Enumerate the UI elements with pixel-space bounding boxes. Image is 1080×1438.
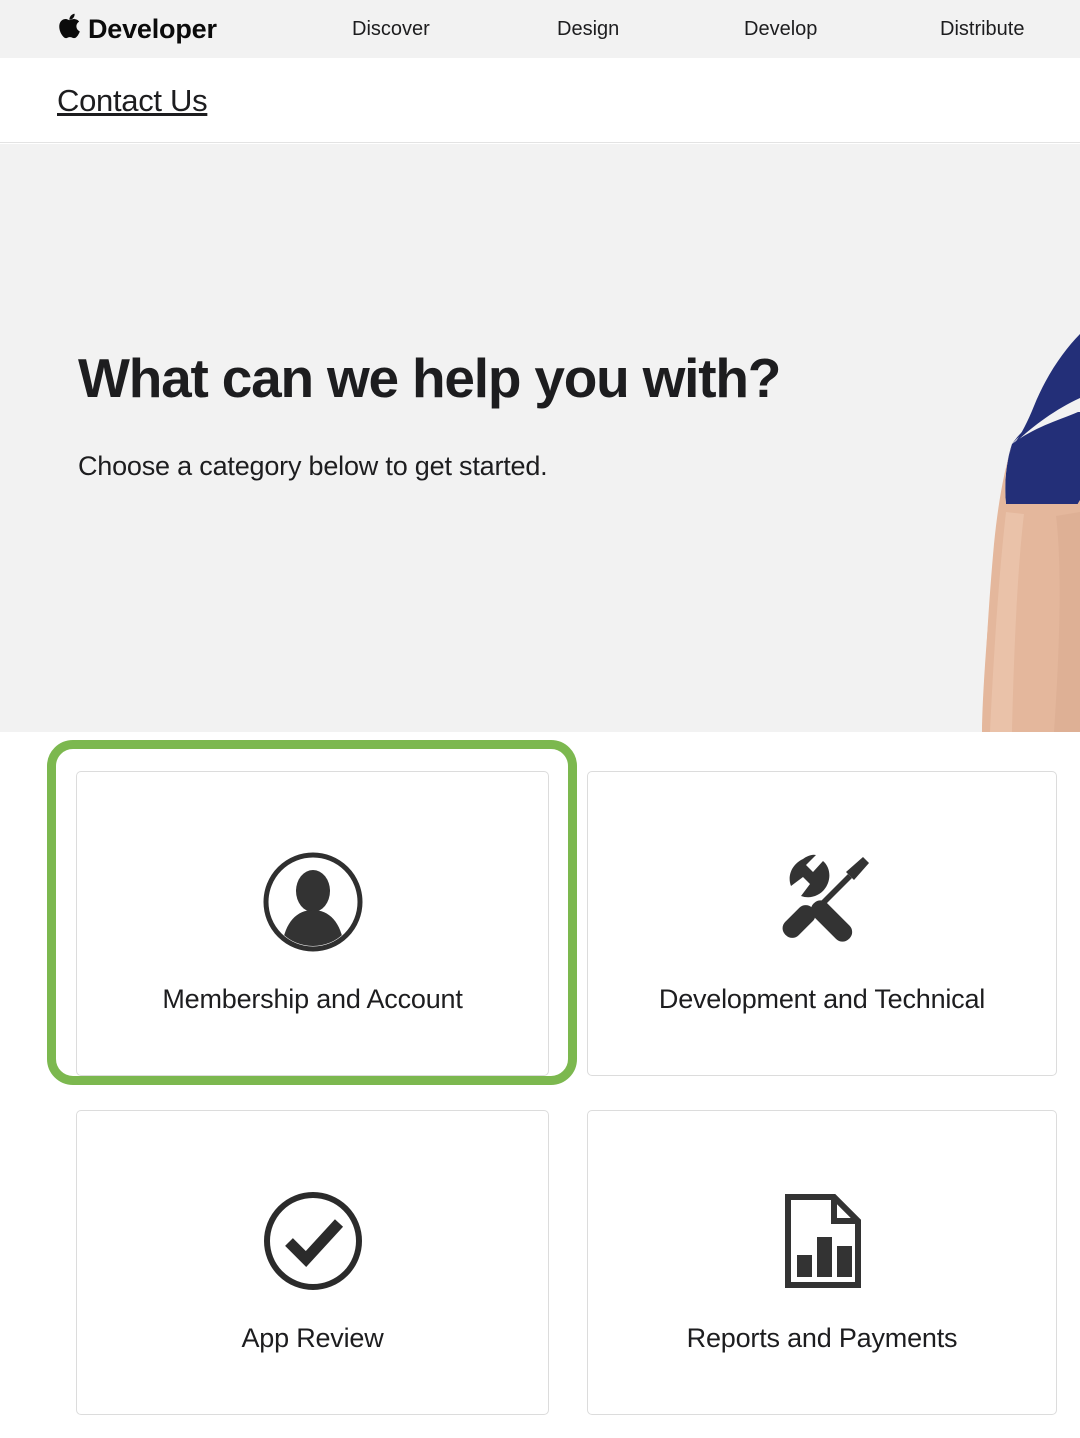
category-card-label: Development and Technical: [658, 984, 986, 1014]
local-navigation-bar: Contact Us: [0, 58, 1080, 143]
hero-subtitle: Choose a category below to get started.: [78, 451, 548, 482]
contact-us-page: Developer Discover Design Develop Distri…: [0, 0, 1080, 1438]
nav-link-discover[interactable]: Discover: [352, 19, 430, 39]
page-title[interactable]: Contact Us: [57, 85, 208, 116]
hero-section: What can we help you with? Choose a cate…: [0, 144, 1080, 732]
category-card-reports-and-payments[interactable]: Reports and Payments: [587, 1110, 1057, 1415]
brand-label: Developer: [88, 13, 217, 44]
category-card-grid: Membership and Account Development and T…: [0, 732, 1080, 1438]
nav-link-develop[interactable]: Develop: [744, 19, 817, 39]
category-card-membership-and-account[interactable]: Membership and Account: [76, 771, 549, 1076]
nav-link-distribute[interactable]: Distribute: [940, 19, 1024, 39]
nav-link-design[interactable]: Design: [557, 19, 619, 39]
global-navigation-bar: Developer Discover Design Develop Distri…: [0, 0, 1080, 58]
hero-copy: What can we help you with? Choose a cate…: [78, 347, 878, 483]
apple-developer-brand-link[interactable]: Developer: [57, 13, 217, 44]
category-card-development-and-technical[interactable]: Development and Technical: [587, 771, 1057, 1076]
category-card-label: App Review: [241, 1323, 384, 1353]
checkmark-circle-icon: [261, 1189, 365, 1293]
wrench-screwdriver-icon: [770, 850, 874, 954]
category-card-label: Membership and Account: [162, 984, 463, 1014]
category-card-label: Reports and Payments: [686, 1323, 958, 1353]
document-chart-icon: [770, 1189, 874, 1293]
person-circle-icon: [261, 850, 365, 954]
hero-title: What can we help you with?: [78, 347, 781, 409]
category-card-app-review[interactable]: App Review: [76, 1110, 549, 1415]
hero-person-photo: [960, 144, 1080, 732]
apple-logo-icon: [57, 13, 81, 42]
